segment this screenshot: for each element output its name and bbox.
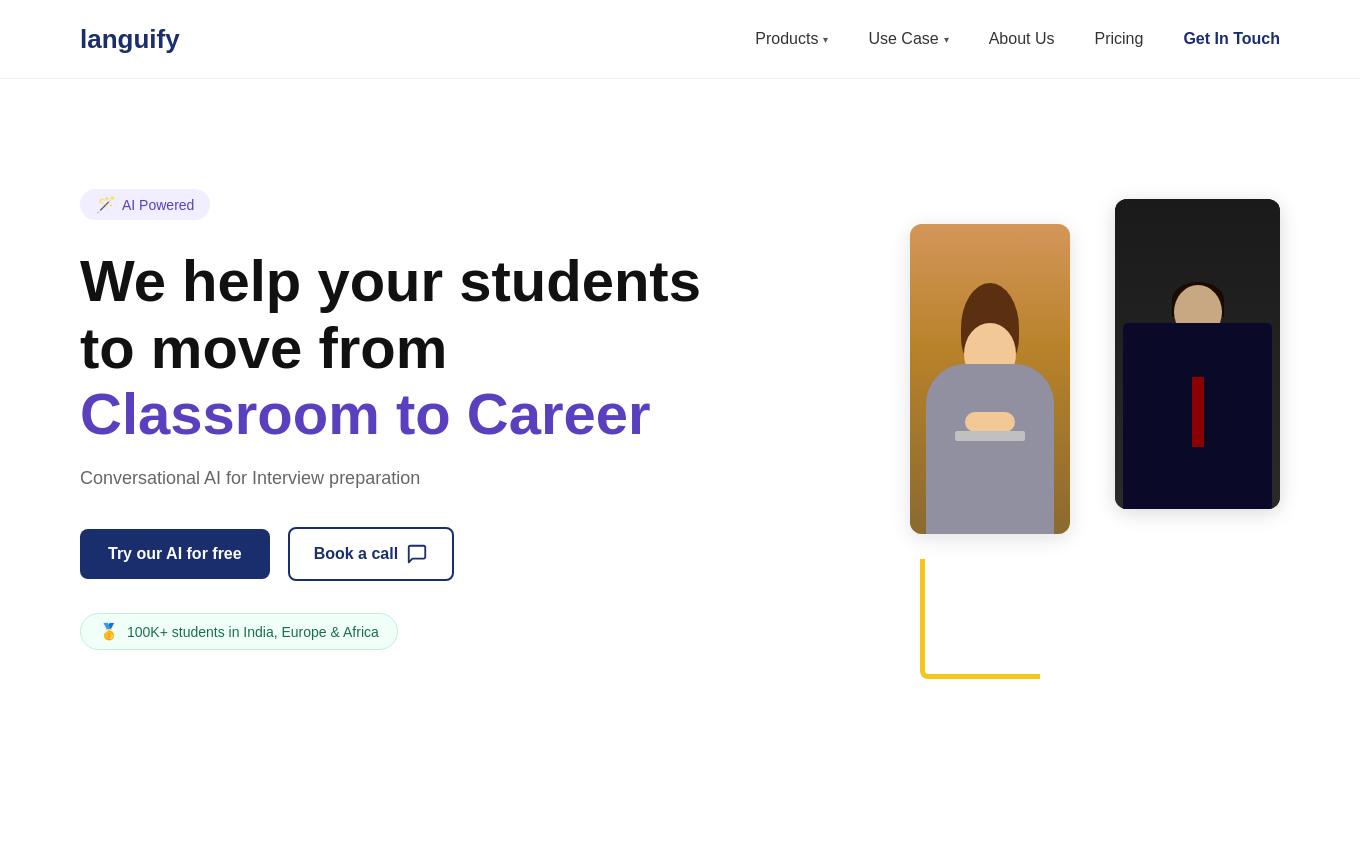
tie: [1192, 377, 1204, 447]
chevron-down-icon: ▾: [823, 34, 828, 45]
main-content: 🪄 AI Powered We help your students to mo…: [0, 79, 1360, 759]
header: languify Products ▾ Use Case ▾ About Us …: [0, 0, 1360, 79]
male-portrait: [1115, 199, 1280, 509]
wand-icon: 🪄: [96, 195, 116, 214]
hero-subtext: Conversational AI for Interview preparat…: [80, 468, 720, 489]
nav-get-in-touch[interactable]: Get In Touch: [1183, 30, 1280, 48]
photo-card-male: [1115, 199, 1280, 509]
students-badge-text: 100K+ students in India, Europe & Africa: [127, 624, 379, 640]
main-nav: Products ▾ Use Case ▾ About Us Pricing G…: [755, 30, 1280, 48]
yellow-corner-bottom-left: [920, 559, 1040, 679]
nav-pricing[interactable]: Pricing: [1095, 30, 1144, 48]
try-ai-button[interactable]: Try our AI for free: [80, 529, 270, 579]
nav-use-case[interactable]: Use Case ▾: [868, 30, 948, 48]
hero-heading-before: We help your students to move from: [80, 248, 701, 380]
chat-bubble-icon: [406, 543, 428, 565]
female-portrait: [910, 224, 1070, 534]
hands: [965, 412, 1015, 432]
medal-icon: 🥇: [99, 622, 119, 641]
book-call-button[interactable]: Book a call: [288, 527, 454, 581]
students-badge: 🥇 100K+ students in India, Europe & Afri…: [80, 613, 398, 650]
photo-card-female: [910, 224, 1070, 534]
ai-powered-badge: 🪄 AI Powered: [80, 189, 210, 220]
book-call-label: Book a call: [314, 545, 398, 563]
nav-about-us[interactable]: About Us: [989, 30, 1055, 48]
svg-text:languify: languify: [80, 24, 180, 54]
body: [926, 364, 1054, 535]
hero-left: 🪄 AI Powered We help your students to mo…: [80, 159, 720, 650]
logo: languify: [80, 18, 210, 60]
hero-heading: We help your students to move from Class…: [80, 248, 720, 448]
hero-right-images: [880, 169, 1280, 699]
laptop: [955, 431, 1025, 441]
chevron-down-icon: ▾: [944, 34, 949, 45]
hero-heading-highlight: Classroom to Career: [80, 381, 651, 446]
nav-products[interactable]: Products ▾: [755, 30, 828, 48]
cta-button-group: Try our AI for free Book a call: [80, 527, 720, 581]
ai-badge-text: AI Powered: [122, 197, 194, 213]
